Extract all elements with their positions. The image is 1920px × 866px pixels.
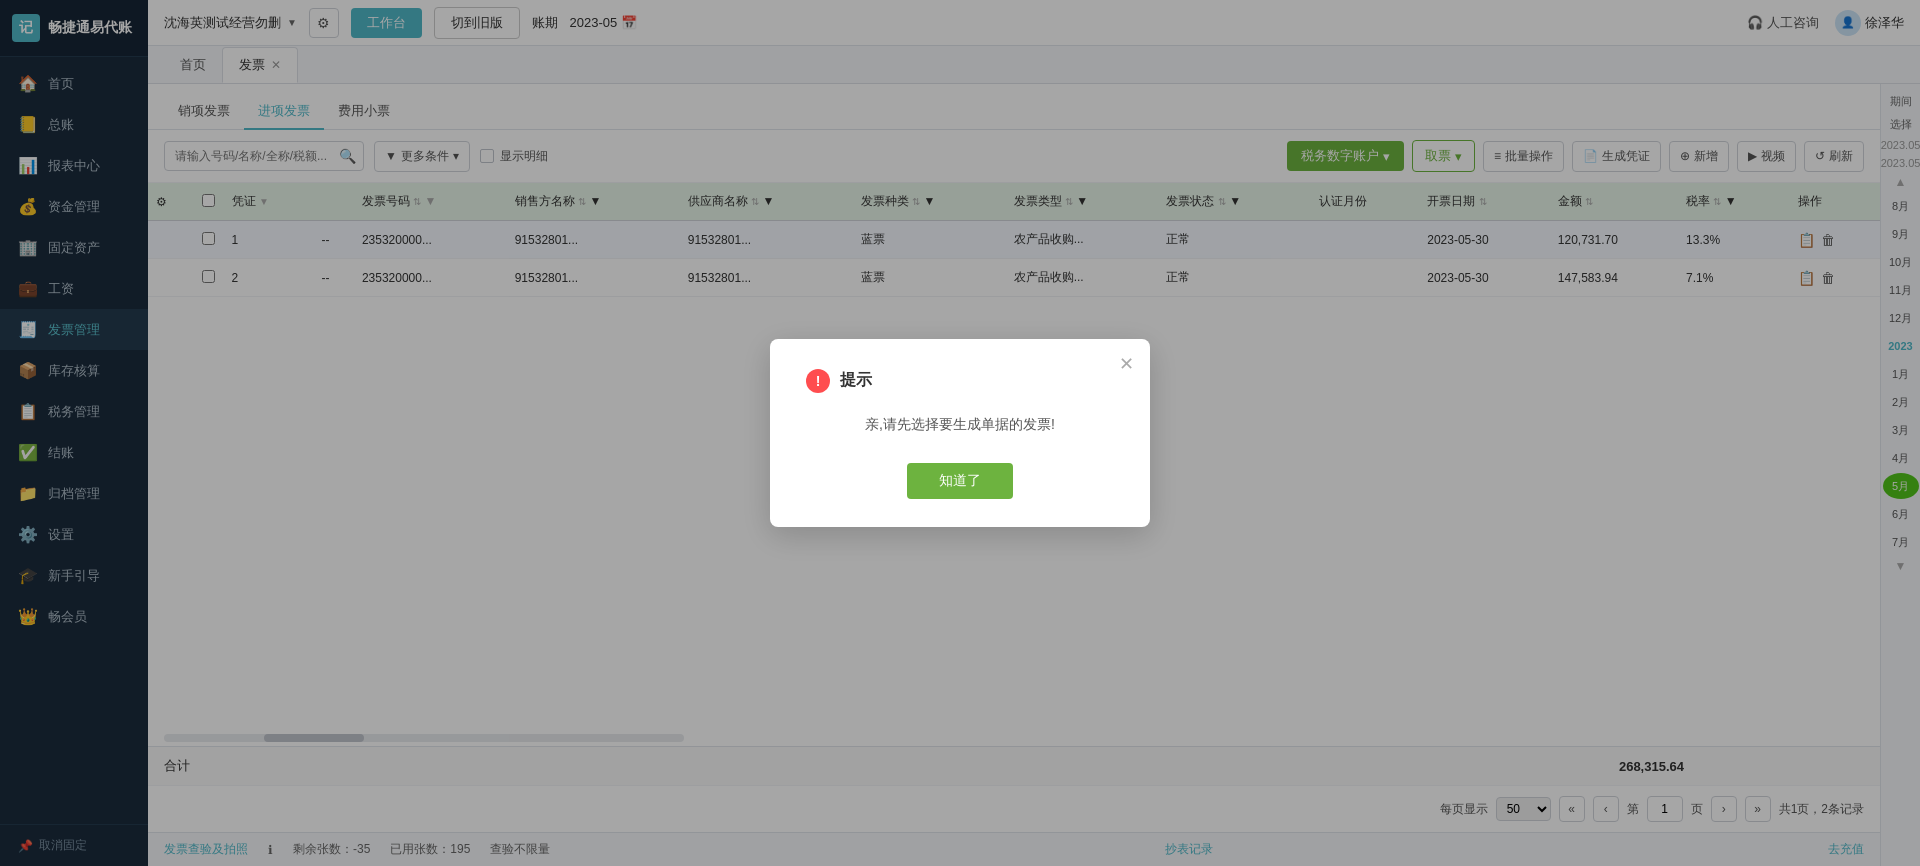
modal-title-row: ! 提示 [806,369,1114,393]
warning-icon: ! [806,369,830,393]
modal-footer: 知道了 [806,463,1114,499]
modal-close-button[interactable]: ✕ [1119,353,1134,375]
modal-title: 提示 [840,370,872,391]
modal-ok-button[interactable]: 知道了 [907,463,1013,499]
modal-dialog: ✕ ! 提示 亲,请先选择要生成单据的发票! 知道了 [770,339,1150,527]
modal-overlay: ✕ ! 提示 亲,请先选择要生成单据的发票! 知道了 [0,0,1920,866]
modal-message: 亲,请先选择要生成单据的发票! [806,413,1114,435]
